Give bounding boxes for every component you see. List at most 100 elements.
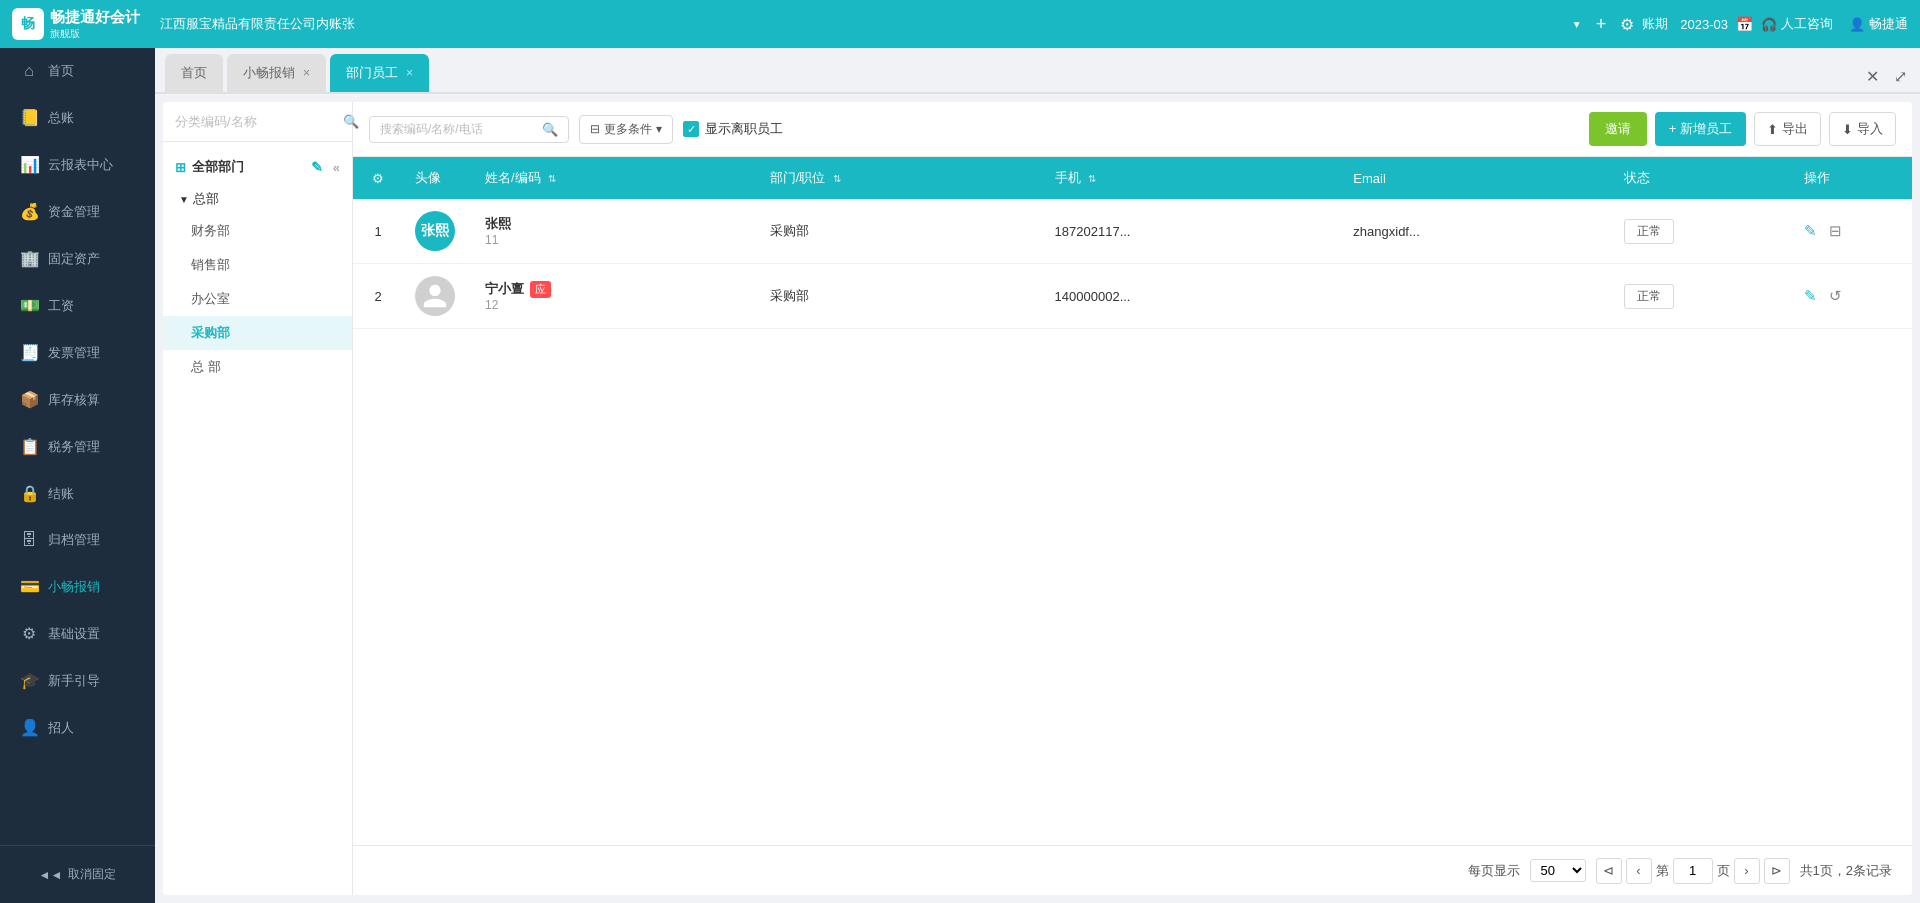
edit-icon[interactable]: ✎	[1804, 222, 1817, 240]
prev-page-btn[interactable]: ‹	[1626, 858, 1652, 884]
tab-expand-btn[interactable]: ⤢	[1888, 64, 1912, 88]
sidebar-item-archive[interactable]: 🗄 归档管理	[0, 517, 155, 563]
sidebar: ⌂ 首页 📒 总账 📊 云报表中心 💰 资金管理 🏢 固定资产 💵 工资 🧾 发…	[0, 48, 155, 903]
employee-name: 宁小亶	[485, 280, 524, 298]
tab-expense-close-icon[interactable]: ×	[303, 66, 310, 80]
sidebar-item-expense[interactable]: 💳 小畅报销	[0, 563, 155, 610]
cancel-fixed-btn[interactable]: ◄◄ 取消固定	[0, 856, 155, 893]
dept-node-office[interactable]: 办公室	[163, 282, 352, 316]
grid-icon: ⊞	[175, 160, 186, 175]
sidebar-item-inventory[interactable]: 📦 库存核算	[0, 376, 155, 423]
sidebar-item-home[interactable]: ⌂ 首页	[0, 48, 155, 94]
sidebar-item-label: 首页	[48, 62, 74, 80]
sidebar-item-close[interactable]: 🔒 结账	[0, 470, 155, 517]
edit-icon[interactable]: ✎	[1804, 287, 1817, 305]
tab-controls: ✕ ⤢	[1860, 64, 1920, 92]
tab-department-close-icon[interactable]: ×	[406, 66, 413, 80]
filter-more-btn[interactable]: ⊟ 更多条件 ▾	[579, 115, 673, 144]
col-dept-position[interactable]: 部门/职位 ⇅	[758, 157, 1043, 199]
logout-icon[interactable]: ⊟	[1829, 222, 1842, 240]
sidebar-item-invoice[interactable]: 🧾 发票管理	[0, 329, 155, 376]
sidebar-item-guide[interactable]: 🎓 新手引导	[0, 657, 155, 704]
book-icon: 📒	[20, 108, 38, 127]
dept-parent-label: 总部	[193, 190, 219, 208]
close-book-icon: 🔒	[20, 484, 38, 503]
sidebar-item-fund[interactable]: 💰 资金管理	[0, 188, 155, 235]
sidebar-item-tax[interactable]: 📋 税务管理	[0, 423, 155, 470]
row-email: zhangxidf...	[1341, 199, 1612, 264]
sidebar-item-general-ledger[interactable]: 📒 总账	[0, 94, 155, 141]
employee-search-box: 🔍	[369, 116, 569, 143]
calendar-icon[interactable]: 📅	[1736, 16, 1753, 32]
employee-toolbar: 🔍 ⊟ 更多条件 ▾ ✓ 显示离职员工 邀请 + 新增员工	[353, 102, 1912, 157]
per-page-select[interactable]: 50 20 100	[1530, 859, 1586, 882]
col-settings[interactable]: ⚙	[353, 157, 403, 199]
page-input[interactable]	[1673, 858, 1713, 884]
sort-icon-dept: ⇅	[833, 173, 841, 184]
logo: 畅 畅捷通好会计 旗舰版	[12, 8, 152, 41]
add-tab-btn[interactable]: +	[1596, 14, 1607, 35]
sidebar-item-salary[interactable]: 💵 工资	[0, 282, 155, 329]
first-page-btn[interactable]: ⊲	[1596, 858, 1622, 884]
row-status: 正常	[1612, 264, 1792, 329]
headset-icon: 🎧	[1761, 17, 1777, 32]
export-btn[interactable]: ⬆ 导出	[1754, 112, 1821, 146]
row-name-code: 张熙 11	[473, 199, 758, 264]
import-btn[interactable]: ⬇ 导入	[1829, 112, 1896, 146]
row-actions: ✎ ↺	[1792, 264, 1912, 329]
sidebar-item-reports[interactable]: 📊 云报表中心	[0, 141, 155, 188]
edit-dept-icon[interactable]: ✎	[311, 159, 323, 175]
col-name-code[interactable]: 姓名/编码 ⇅	[473, 157, 758, 199]
dept-node-label: 财务部	[191, 222, 230, 240]
row-dept: 采购部	[758, 264, 1043, 329]
gear-icon: ⚙	[20, 624, 38, 643]
logo-text: 畅捷通好会计	[50, 8, 140, 27]
sidebar-item-staff[interactable]: 👤 招人	[0, 704, 155, 751]
row-avatar: 张熙	[403, 199, 473, 264]
row-index: 2	[353, 264, 403, 329]
tab-department[interactable]: 部门员工 ×	[330, 54, 429, 92]
sidebar-item-label: 发票管理	[48, 344, 100, 362]
row-name-code: 宁小亶 应 12	[473, 264, 758, 329]
dept-node-label: 采购部	[191, 324, 230, 342]
status-badge: 正常	[1624, 219, 1674, 244]
top-bar: 畅 畅捷通好会计 旗舰版 江西服宝精品有限责任公司内账张 ▼ + ⚙ 账期 20…	[0, 0, 1920, 48]
dept-node-sales[interactable]: 销售部	[163, 248, 352, 282]
company-dropdown-icon[interactable]: ▼	[1572, 19, 1582, 30]
employee-search-input[interactable]	[380, 122, 536, 136]
collapse-icon[interactable]: «	[333, 160, 340, 175]
dept-search-box: 🔍	[163, 102, 352, 142]
settings-icon[interactable]: ⚙	[1620, 15, 1634, 34]
sidebar-item-label: 总账	[48, 109, 74, 127]
search-icon[interactable]: 🔍	[542, 122, 558, 137]
sidebar-item-settings[interactable]: ⚙ 基础设置	[0, 610, 155, 657]
sidebar-item-label: 税务管理	[48, 438, 100, 456]
tab-expense[interactable]: 小畅报销 ×	[227, 54, 326, 92]
col-phone[interactable]: 手机 ⇅	[1043, 157, 1342, 199]
dept-node-procurement[interactable]: 采购部	[163, 316, 352, 350]
delete-icon[interactable]: ↺	[1829, 287, 1842, 305]
sidebar-bottom: ◄◄ 取消固定	[0, 845, 155, 903]
next-page-btn[interactable]: ›	[1734, 858, 1760, 884]
dept-node-finance[interactable]: 财务部	[163, 214, 352, 248]
per-page-label: 每页显示	[1468, 862, 1520, 880]
dept-parent-headquarter[interactable]: ▼ 总部	[163, 184, 352, 214]
dept-search-input[interactable]	[175, 114, 343, 129]
show-resigned-toggle[interactable]: ✓ 显示离职员工	[683, 120, 783, 138]
user-btn[interactable]: 👤 畅捷通	[1849, 15, 1908, 33]
sort-icon-phone: ⇅	[1088, 173, 1096, 184]
dept-panel: 🔍 ⊞ 全部部门 ✎ « ▼ 总部 财	[163, 102, 353, 895]
service-btn[interactable]: 🎧 人工咨询	[1761, 15, 1833, 33]
last-page-btn[interactable]: ⊳	[1764, 858, 1790, 884]
invite-btn[interactable]: 邀请	[1589, 112, 1647, 146]
add-employee-btn[interactable]: + 新增员工	[1655, 112, 1746, 146]
dept-node-general[interactable]: 总 部	[163, 350, 352, 384]
tab-close-btn[interactable]: ✕	[1860, 64, 1884, 88]
sidebar-item-fixed-assets[interactable]: 🏢 固定资产	[0, 235, 155, 282]
tax-icon: 📋	[20, 437, 38, 456]
page-content: 🔍 ⊞ 全部部门 ✎ « ▼ 总部 财	[163, 102, 1912, 895]
all-dept-header[interactable]: ⊞ 全部部门 ✎ «	[163, 150, 352, 184]
page-label: 第	[1656, 862, 1669, 880]
tab-home[interactable]: 首页	[165, 54, 223, 92]
employee-code: 12	[485, 298, 746, 312]
